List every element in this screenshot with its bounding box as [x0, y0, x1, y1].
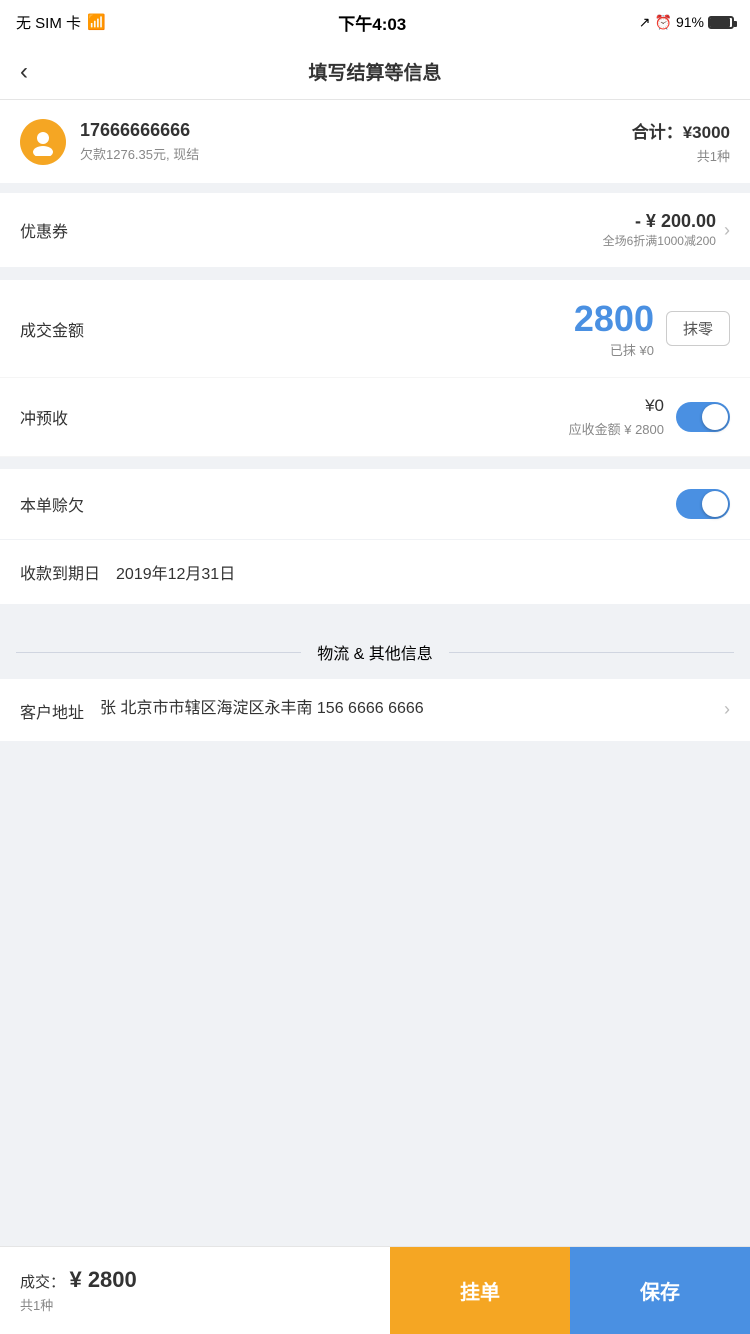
- save-button[interactable]: 保存: [570, 1247, 750, 1334]
- debt-row: 本单赊欠: [0, 469, 750, 539]
- prepay-toggle[interactable]: [676, 402, 730, 432]
- logistics-separator: 物流 & 其他信息: [0, 626, 750, 678]
- customer-info: 17666666666 欠款1276.35元, 现结: [80, 120, 632, 163]
- round-zero-button[interactable]: 抹零: [666, 311, 730, 346]
- bottom-bar: 成交： ¥ 2800 共1种 挂单 保存: [0, 1246, 750, 1334]
- deal-amount-value: 2800: [574, 298, 654, 340]
- bottom-spacer: [0, 751, 750, 791]
- coupon-row[interactable]: 优惠券 - ¥ 200.00 全场6折满1000减200 ›: [0, 193, 750, 267]
- wifi-icon: 📶: [87, 13, 106, 31]
- customer-card: 17666666666 欠款1276.35元, 现结 合计：¥3000 共1种: [0, 100, 750, 183]
- prepay-right: ¥0 应收金额 ¥ 2800: [569, 396, 730, 438]
- logistics-line-right: [449, 652, 734, 653]
- divider-1: [0, 268, 750, 280]
- due-date-value: 2019年12月31日: [116, 560, 235, 584]
- battery-fill: [710, 18, 730, 27]
- back-button[interactable]: ‹: [20, 58, 60, 86]
- logistics-line-left: [16, 652, 301, 653]
- bottom-amount-value: ¥ 2800: [69, 1267, 136, 1292]
- coupon-chevron-icon: ›: [724, 220, 730, 241]
- total-amount: 合计：¥3000: [632, 118, 730, 143]
- address-content: 张 北京市市辖区海淀区永丰南 156 6666 6666: [100, 697, 724, 721]
- coupon-col: - ¥ 200.00 全场6折满1000减200: [603, 211, 716, 249]
- customer-phone: 17666666666: [80, 120, 632, 141]
- status-left: 无 SIM 卡 📶: [16, 12, 106, 33]
- status-bar: 无 SIM 卡 📶 下午4:03 ↗ ⏰ 91%: [0, 0, 750, 44]
- address-chevron-icon: ›: [724, 699, 730, 720]
- customer-total: 合计：¥3000 共1种: [632, 118, 730, 165]
- customer-debt: 欠款1276.35元, 现结: [80, 144, 632, 163]
- already-zero-label: 已抹 ¥0: [574, 340, 654, 359]
- prepay-amounts: ¥0 应收金额 ¥ 2800: [569, 396, 664, 438]
- toggle-knob: [702, 404, 728, 430]
- debt-toggle[interactable]: [676, 489, 730, 519]
- page-title: 填写结算等信息: [308, 58, 441, 85]
- time-label: 下午4:03: [338, 10, 406, 35]
- debt-label: 本单赊欠: [20, 492, 84, 516]
- nav-bar: ‹ 填写结算等信息: [0, 44, 750, 100]
- bottom-deal-row: 成交： ¥ 2800: [20, 1267, 370, 1293]
- coupon-desc: 全场6折满1000减200: [603, 232, 716, 249]
- battery-icon: [708, 16, 734, 29]
- deal-amount-row: 成交金额 2800 已抹 ¥0 抹零: [0, 280, 750, 378]
- coupon-label: 优惠券: [20, 218, 68, 242]
- alarm-icon: ⏰: [655, 14, 672, 31]
- content: 17666666666 欠款1276.35元, 现结 合计：¥3000 共1种 …: [0, 100, 750, 881]
- bottom-count: 共1种: [20, 1295, 370, 1314]
- location-icon: ↗: [639, 14, 651, 31]
- due-date-row: 收款到期日 2019年12月31日: [0, 540, 750, 604]
- coupon-discount: - ¥ 200.00: [603, 211, 716, 232]
- hang-button[interactable]: 挂单: [390, 1247, 570, 1334]
- status-right: ↗ ⏰ 91%: [639, 14, 734, 31]
- prepay-label: 冲预收: [20, 405, 68, 429]
- carrier-label: 无 SIM 卡: [16, 12, 81, 33]
- logistics-text: 物流 & 其他信息: [317, 640, 433, 664]
- address-row[interactable]: 客户地址 张 北京市市辖区海淀区永丰南 156 6666 6666 ›: [0, 679, 750, 741]
- divider-3: [0, 614, 750, 626]
- battery-percent: 91%: [676, 14, 704, 30]
- address-label: 客户地址: [20, 699, 84, 723]
- coupon-right: - ¥ 200.00 全场6折满1000减200 ›: [603, 211, 730, 249]
- bottom-info: 成交： ¥ 2800 共1种: [0, 1267, 390, 1314]
- prepay-row: 冲预收 ¥0 应收金额 ¥ 2800: [0, 378, 750, 457]
- due-date-label: 收款到期日: [20, 560, 100, 584]
- debt-toggle-knob: [702, 491, 728, 517]
- bottom-deal-label: 成交：: [20, 1274, 65, 1291]
- prepay-amount-value: ¥0: [569, 396, 664, 416]
- avatar: [20, 119, 66, 165]
- deal-amount-right: 2800 已抹 ¥0 抹零: [574, 298, 730, 359]
- divider-2: [0, 457, 750, 469]
- prepay-desc: 应收金额 ¥ 2800: [569, 419, 664, 438]
- deal-amount-label: 成交金额: [20, 317, 84, 341]
- total-count: 共1种: [632, 146, 730, 165]
